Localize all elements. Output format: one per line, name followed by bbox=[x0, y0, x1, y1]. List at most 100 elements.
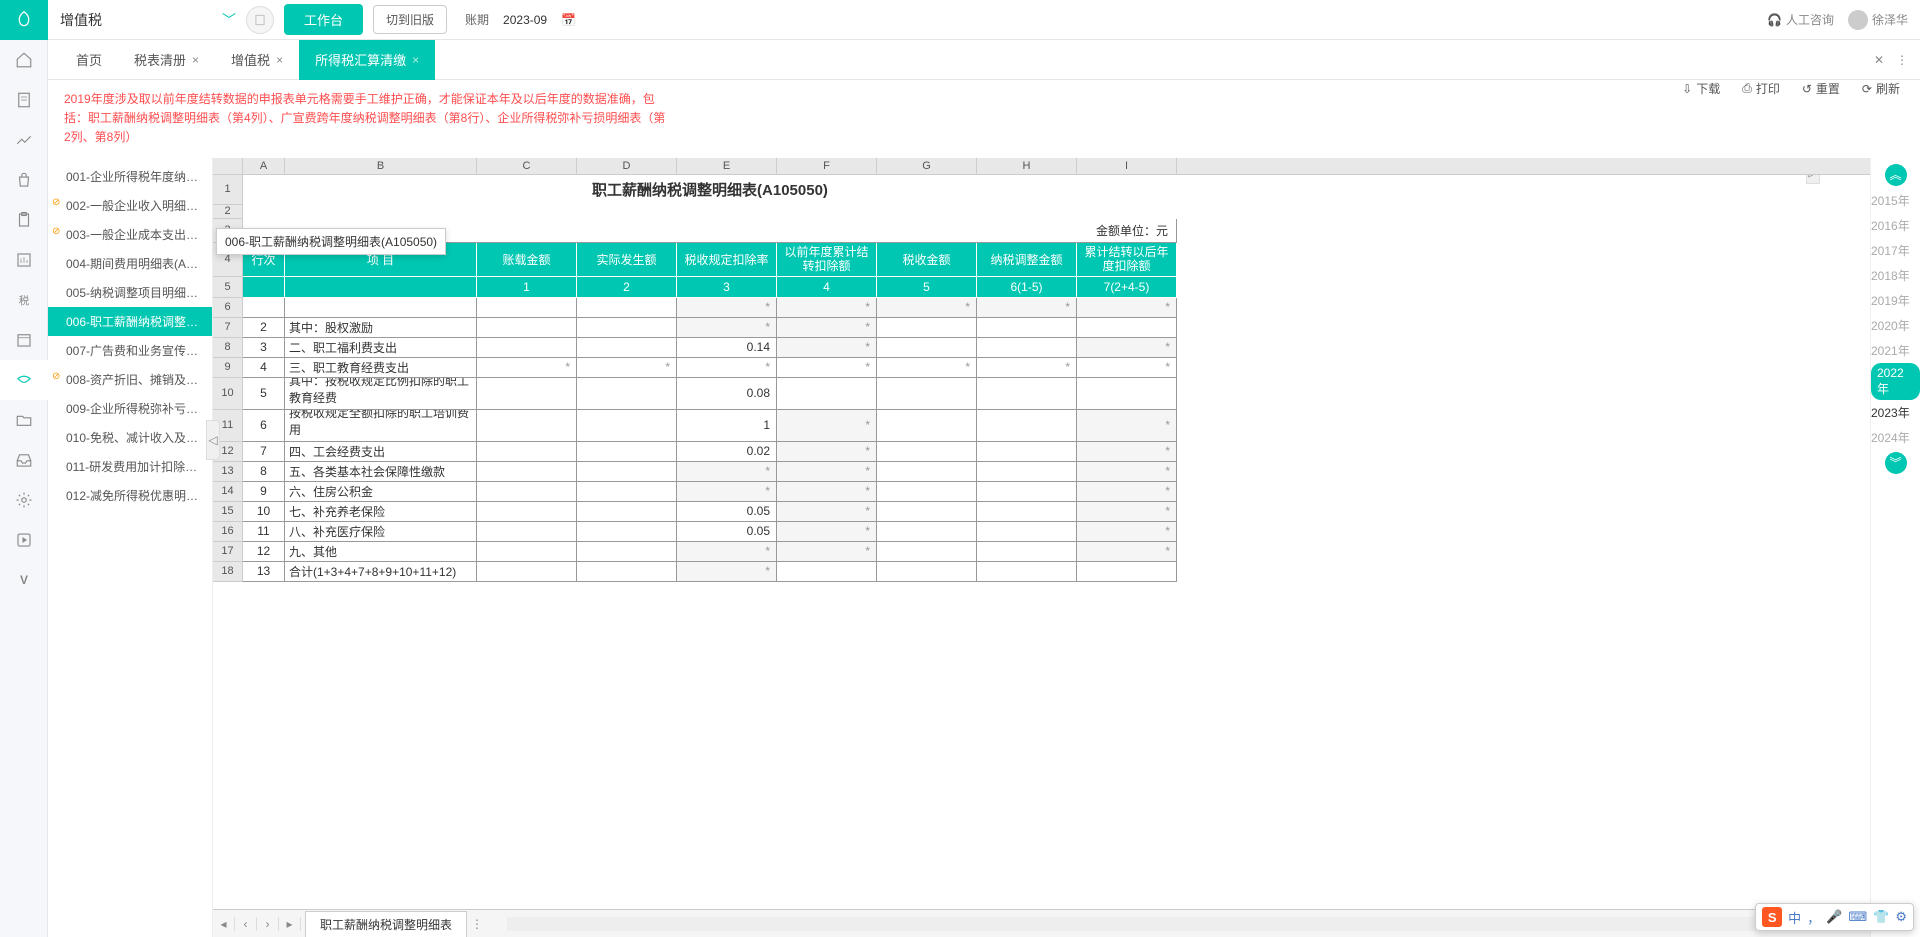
col-header[interactable]: I bbox=[1077, 158, 1177, 174]
nav-clipboard-icon[interactable] bbox=[0, 200, 48, 240]
tab-1[interactable]: 税表清册× bbox=[118, 40, 215, 80]
user-menu[interactable]: 徐泽华 bbox=[1848, 10, 1908, 30]
cell[interactable]: 0.05 bbox=[677, 522, 777, 542]
cell[interactable] bbox=[577, 542, 677, 562]
cell[interactable]: * bbox=[677, 462, 777, 482]
cell[interactable] bbox=[477, 318, 577, 338]
cell[interactable]: 9 bbox=[243, 482, 285, 502]
tab-more-icon[interactable]: ⋮ bbox=[1896, 53, 1908, 67]
year-item[interactable]: 2024年 bbox=[1871, 425, 1920, 450]
ime-item[interactable]: 中 bbox=[1788, 908, 1801, 927]
cell[interactable] bbox=[877, 522, 977, 542]
cell[interactable]: * bbox=[977, 358, 1077, 378]
cell[interactable] bbox=[577, 502, 677, 522]
ime-keyboard-icon[interactable]: ⌨ bbox=[1848, 909, 1867, 925]
cell[interactable]: * bbox=[977, 298, 1077, 318]
cell[interactable] bbox=[577, 410, 677, 442]
cell[interactable]: * bbox=[1077, 298, 1177, 318]
cell[interactable]: * bbox=[1077, 338, 1177, 358]
ime-toolbar[interactable]: S 中 ， 🎤 ⌨ 👕 ⚙ bbox=[1755, 903, 1914, 931]
cell[interactable]: 0.02 bbox=[677, 442, 777, 462]
cell[interactable]: 九、其他 bbox=[285, 542, 477, 562]
collapse-handle[interactable]: ◁ bbox=[206, 420, 220, 460]
cell[interactable] bbox=[1077, 318, 1177, 338]
year-item[interactable]: 2022年 bbox=[1871, 363, 1920, 400]
col-header[interactable]: E bbox=[677, 158, 777, 174]
cell[interactable] bbox=[577, 338, 677, 358]
consult-link[interactable]: 🎧 人工咨询 bbox=[1767, 11, 1834, 28]
form-list-item[interactable]: 009-企业所得税弥补亏损明... bbox=[48, 394, 212, 423]
col-header[interactable]: G bbox=[877, 158, 977, 174]
cell[interactable]: 五、各类基本社会保障性缴款 bbox=[285, 462, 477, 482]
cell[interactable] bbox=[477, 542, 577, 562]
cell[interactable]: 5 bbox=[243, 378, 285, 410]
year-scroll-up[interactable]: ︽ bbox=[1885, 164, 1907, 186]
tab-close-icon[interactable]: × bbox=[412, 53, 419, 67]
row-header[interactable]: 8 bbox=[213, 338, 243, 358]
sheet-nav-first[interactable]: ◂ bbox=[213, 917, 235, 931]
cell[interactable]: * bbox=[677, 358, 777, 378]
year-item[interactable]: 2023年 bbox=[1871, 400, 1920, 425]
cell[interactable] bbox=[877, 462, 977, 482]
cell[interactable] bbox=[477, 462, 577, 482]
year-item[interactable]: 2021年 bbox=[1871, 338, 1920, 363]
cell[interactable]: 0.08 bbox=[677, 378, 777, 410]
tab-3[interactable]: 所得税汇算清缴× bbox=[299, 40, 435, 80]
cell[interactable]: * bbox=[1077, 410, 1177, 442]
cell[interactable]: 10 bbox=[243, 502, 285, 522]
cell[interactable]: * bbox=[677, 482, 777, 502]
nav-folder-icon[interactable] bbox=[0, 400, 48, 440]
form-list-item[interactable]: 007-广告费和业务宣传费跨... bbox=[48, 336, 212, 365]
ime-skin-icon[interactable]: 👕 bbox=[1873, 909, 1889, 925]
nav-chart-icon[interactable] bbox=[0, 120, 48, 160]
col-header[interactable]: B bbox=[285, 158, 477, 174]
form-list-item[interactable]: 004-期间费用明细表(A1040... bbox=[48, 249, 212, 278]
calendar-icon[interactable]: 📅 bbox=[561, 13, 576, 27]
cell[interactable] bbox=[477, 482, 577, 502]
form-list-item[interactable]: ⊘002-一般企业收入明细表(A... bbox=[48, 191, 212, 220]
cell[interactable] bbox=[577, 442, 677, 462]
cell[interactable] bbox=[977, 542, 1077, 562]
cell[interactable] bbox=[877, 338, 977, 358]
cell[interactable]: * bbox=[1077, 522, 1177, 542]
cell[interactable]: 1 bbox=[677, 410, 777, 442]
cell[interactable] bbox=[877, 410, 977, 442]
cell[interactable] bbox=[577, 522, 677, 542]
cell[interactable] bbox=[977, 502, 1077, 522]
cell[interactable]: * bbox=[1077, 482, 1177, 502]
cell[interactable] bbox=[1077, 562, 1177, 582]
cell[interactable]: 12 bbox=[243, 542, 285, 562]
year-scroll-down[interactable]: ︾ bbox=[1885, 452, 1907, 474]
year-item[interactable]: 2017年 bbox=[1871, 238, 1920, 263]
cell[interactable] bbox=[977, 318, 1077, 338]
cell[interactable] bbox=[477, 298, 577, 318]
cell[interactable] bbox=[977, 442, 1077, 462]
ime-item[interactable]: ， bbox=[1807, 908, 1820, 927]
cell[interactable] bbox=[877, 562, 977, 582]
cell[interactable]: * bbox=[877, 358, 977, 378]
cell[interactable] bbox=[977, 410, 1077, 442]
cell[interactable]: 三、职工教育经费支出 bbox=[285, 358, 477, 378]
col-header[interactable]: A bbox=[243, 158, 285, 174]
cell[interactable]: * bbox=[777, 410, 877, 442]
col-header[interactable]: F bbox=[777, 158, 877, 174]
cell[interactable]: 3 bbox=[243, 338, 285, 358]
cell[interactable] bbox=[577, 318, 677, 338]
cell[interactable] bbox=[977, 522, 1077, 542]
cell[interactable]: * bbox=[777, 358, 877, 378]
nav-inbox-icon[interactable] bbox=[0, 440, 48, 480]
sheet-tab[interactable]: 职工薪酬纳税调整明细表 bbox=[305, 911, 467, 937]
cell[interactable]: * bbox=[777, 482, 877, 502]
nav-gear-icon[interactable] bbox=[0, 480, 48, 520]
year-item[interactable]: 2016年 bbox=[1871, 213, 1920, 238]
cell[interactable]: * bbox=[777, 462, 877, 482]
cell[interactable]: 8 bbox=[243, 462, 285, 482]
form-list-item[interactable]: 012-减免所得税优惠明细表(... bbox=[48, 481, 212, 510]
cell[interactable]: * bbox=[1077, 442, 1177, 462]
sheet-nav-prev[interactable]: ‹ bbox=[235, 917, 257, 931]
cell[interactable]: * bbox=[477, 358, 577, 378]
cell[interactable]: * bbox=[777, 442, 877, 462]
year-item[interactable]: 2020年 bbox=[1871, 313, 1920, 338]
year-item[interactable]: 2019年 bbox=[1871, 288, 1920, 313]
row-header[interactable]: 18 bbox=[213, 562, 243, 582]
